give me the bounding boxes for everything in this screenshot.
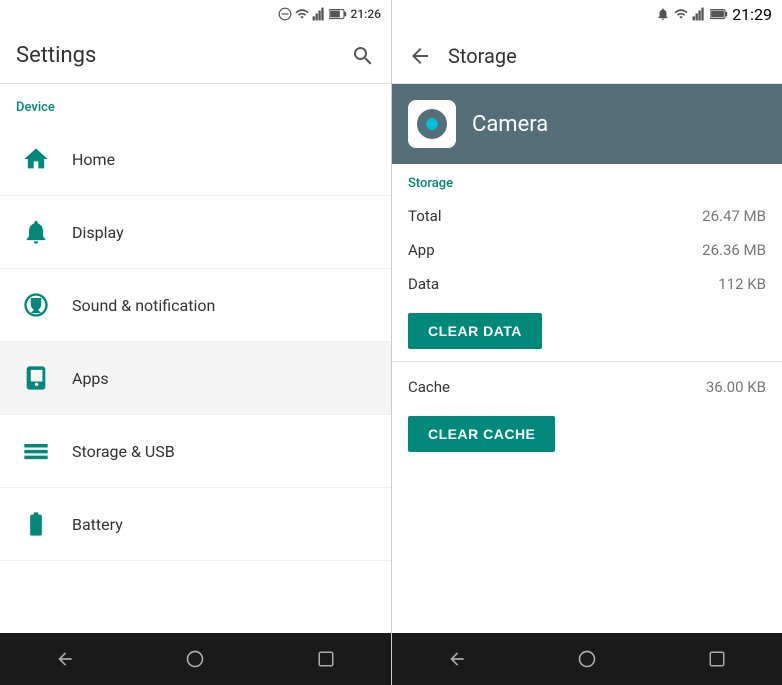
app-name: Camera (472, 112, 548, 137)
storage-section-label: Storage (392, 164, 782, 199)
total-label: Total (408, 207, 442, 225)
sidebar-item-storage[interactable]: Storage & USB (0, 415, 391, 488)
sidebar-item-apps[interactable]: Apps (0, 342, 391, 415)
sidebar-item-battery[interactable]: Battery (0, 488, 391, 561)
toolbar-right: Storage (392, 28, 782, 84)
toolbar-left: Settings (0, 28, 391, 84)
camera-icon (414, 106, 450, 142)
device-section-header: Device (0, 84, 391, 123)
nav-home-right[interactable] (569, 641, 605, 677)
status-bar-left: 21:26 (0, 0, 391, 28)
storage-row-data: Data 112 KB (392, 267, 782, 301)
settings-title: Settings (16, 43, 96, 68)
signal-icon (312, 7, 326, 21)
home-icon (16, 139, 56, 179)
clear-cache-button[interactable]: CLEAR CACHE (408, 416, 555, 452)
storage-content: Storage Total 26.47 MB App 26.36 MB Data… (392, 164, 782, 633)
time-right: 21:29 (732, 5, 772, 24)
nav-bar-left (0, 633, 391, 685)
sound-label: Sound & notification (72, 296, 215, 315)
sound-icon (16, 285, 56, 325)
do-not-disturb-icon (278, 7, 292, 21)
nav-bar-right (392, 633, 782, 685)
sidebar-item-display[interactable]: Display (0, 196, 391, 269)
app-label: App (408, 241, 435, 259)
settings-list: Device Home Display (0, 84, 391, 633)
nav-home-left[interactable] (177, 641, 213, 677)
apps-label: Apps (72, 369, 109, 388)
cache-label: Cache (408, 378, 450, 396)
display-icon (16, 212, 56, 252)
storage-row-app: App 26.36 MB (392, 233, 782, 267)
sidebar-item-sound[interactable]: Sound & notification (0, 269, 391, 342)
sidebar-item-home[interactable]: Home (0, 123, 391, 196)
time-left: 21:26 (351, 7, 381, 21)
clear-data-button[interactable]: CLEAR DATA (408, 313, 542, 349)
display-label: Display (72, 223, 124, 242)
cache-row: Cache 36.00 KB (392, 370, 782, 404)
app-value: 26.36 MB (702, 241, 766, 259)
data-label: Data (408, 275, 439, 293)
nav-recent-right[interactable] (699, 641, 735, 677)
battery-icon (16, 504, 56, 544)
nav-recent-left[interactable] (308, 641, 344, 677)
wifi-icon (295, 7, 309, 21)
total-value: 26.47 MB (702, 207, 766, 225)
home-label: Home (72, 150, 115, 169)
app-header: Camera (392, 84, 782, 164)
search-button[interactable] (351, 44, 375, 68)
signal-icon-right (692, 7, 706, 21)
data-value: 112 KB (718, 275, 766, 293)
status-icons-left (278, 7, 347, 21)
nav-back-right[interactable] (439, 641, 475, 677)
camera-app-icon (408, 100, 456, 148)
notification-icon (656, 7, 670, 21)
search-icon (351, 44, 375, 68)
battery-status-icon-right (710, 7, 728, 21)
cache-value: 36.00 KB (706, 378, 766, 396)
storage-title: Storage (448, 44, 517, 68)
storage-row-total: Total 26.47 MB (392, 199, 782, 233)
left-panel: 21:26 Settings Device Home (0, 0, 391, 685)
storage-usb-icon (16, 431, 56, 471)
nav-back-left[interactable] (47, 641, 83, 677)
back-icon (408, 44, 432, 68)
storage-label: Storage & USB (72, 442, 175, 461)
back-button[interactable] (408, 44, 432, 68)
cache-section: Cache 36.00 KB CLEAR CACHE (392, 362, 782, 464)
status-bar-right: 21:29 (392, 0, 782, 28)
battery-label: Battery (72, 515, 123, 534)
battery-status-icon (329, 7, 347, 21)
right-panel: 21:29 Storage Camera Storage Total 26.47… (391, 0, 782, 685)
wifi-icon-right (674, 7, 688, 21)
apps-icon (16, 358, 56, 398)
